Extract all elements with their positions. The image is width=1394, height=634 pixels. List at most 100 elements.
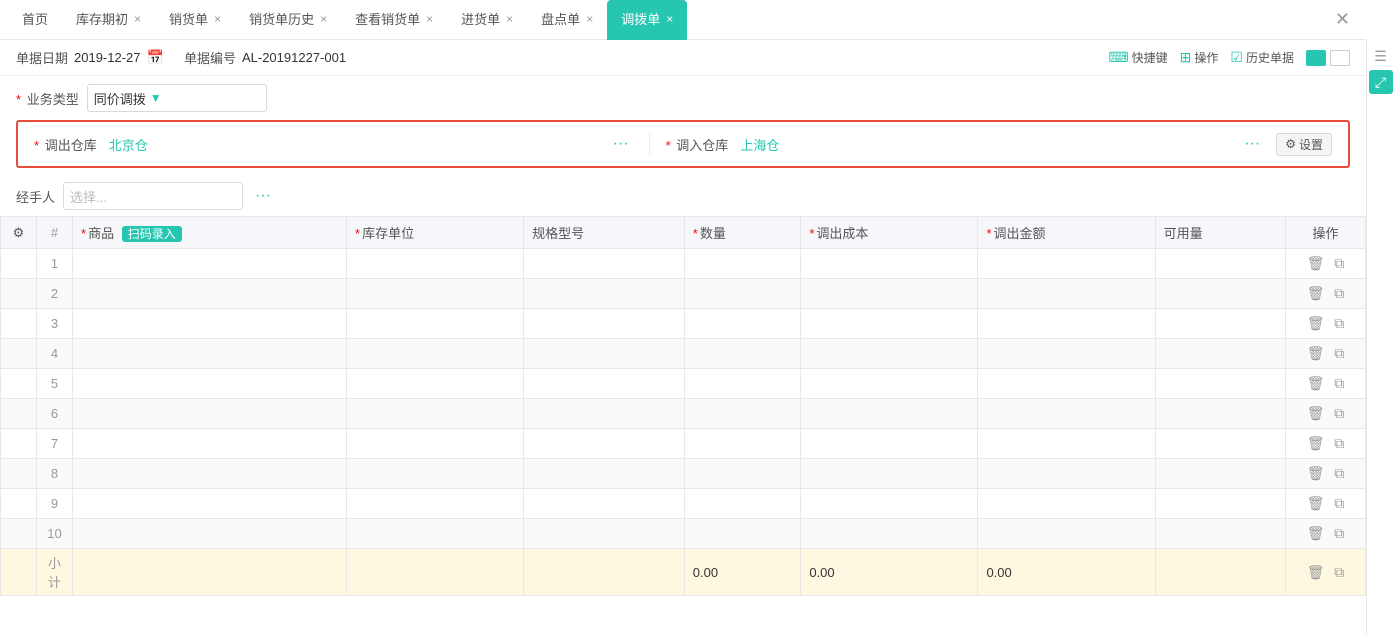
- row-amount-8[interactable]: [978, 489, 1155, 519]
- tab-close-2[interactable]: ×: [214, 12, 221, 26]
- row-amount-2[interactable]: [978, 309, 1155, 339]
- row-amount-10[interactable]: 0.00: [978, 549, 1155, 596]
- copy-icon-5[interactable]: ⧉: [1334, 405, 1344, 421]
- tab-item-3[interactable]: 销货单历史×: [235, 0, 341, 40]
- row-product-4[interactable]: [73, 369, 347, 399]
- sidebar-list-icon[interactable]: ☰: [1369, 44, 1393, 68]
- copy-icon-3[interactable]: ⧉: [1334, 345, 1344, 361]
- row-unit-4[interactable]: [347, 369, 524, 399]
- row-cost-10[interactable]: 0.00: [801, 549, 978, 596]
- row-qty-3[interactable]: [684, 339, 801, 369]
- operations-button[interactable]: ⊞ 操作: [1180, 49, 1219, 66]
- row-cost-8[interactable]: [801, 489, 978, 519]
- row-unit-7[interactable]: [347, 459, 524, 489]
- row-spec-3[interactable]: [524, 339, 685, 369]
- row-qty-0[interactable]: [684, 249, 801, 279]
- out-warehouse-more-button[interactable]: ···: [609, 135, 633, 153]
- row-cost-2[interactable]: [801, 309, 978, 339]
- row-spec-5[interactable]: [524, 399, 685, 429]
- tab-close-3[interactable]: ×: [320, 12, 327, 26]
- sidebar-expand-icon[interactable]: ⤢: [1369, 70, 1393, 94]
- row-qty-4[interactable]: [684, 369, 801, 399]
- tab-item-4[interactable]: 查看销货单×: [341, 0, 447, 40]
- handler-input[interactable]: 选择...: [63, 182, 243, 210]
- row-product-1[interactable]: [73, 279, 347, 309]
- row-product-9[interactable]: [73, 519, 347, 549]
- row-qty-7[interactable]: [684, 459, 801, 489]
- row-cost-9[interactable]: [801, 519, 978, 549]
- row-amount-1[interactable]: [978, 279, 1155, 309]
- copy-icon-4[interactable]: ⧉: [1334, 375, 1344, 391]
- row-spec-6[interactable]: [524, 429, 685, 459]
- row-product-6[interactable]: [73, 429, 347, 459]
- copy-icon-8[interactable]: ⧉: [1334, 495, 1344, 511]
- biz-type-dropdown-icon[interactable]: ▼: [150, 91, 162, 105]
- row-spec-8[interactable]: [524, 489, 685, 519]
- tab-close-5[interactable]: ×: [506, 12, 513, 26]
- copy-icon-0[interactable]: ⧉: [1334, 255, 1344, 271]
- delete-icon-6[interactable]: 🗑: [1307, 435, 1325, 451]
- shortcut-button[interactable]: ⌨ 快捷键: [1108, 49, 1167, 66]
- row-unit-6[interactable]: [347, 429, 524, 459]
- tab-close-1[interactable]: ×: [134, 12, 141, 26]
- row-spec-9[interactable]: [524, 519, 685, 549]
- row-cost-1[interactable]: [801, 279, 978, 309]
- scan-button[interactable]: 扫码录入: [122, 226, 182, 242]
- row-unit-3[interactable]: [347, 339, 524, 369]
- history-button[interactable]: ☑ 历史单据: [1230, 49, 1294, 66]
- row-spec-7[interactable]: [524, 459, 685, 489]
- calendar-icon[interactable]: 📅: [147, 49, 164, 66]
- row-qty-8[interactable]: [684, 489, 801, 519]
- tab-item-2[interactable]: 销货单×: [155, 0, 235, 40]
- copy-icon-2[interactable]: ⧉: [1334, 315, 1344, 331]
- row-spec-4[interactable]: [524, 369, 685, 399]
- doc-date-value[interactable]: 2019-12-27: [74, 50, 141, 65]
- row-unit-1[interactable]: [347, 279, 524, 309]
- row-spec-2[interactable]: [524, 309, 685, 339]
- delete-icon-2[interactable]: 🗑: [1307, 315, 1325, 331]
- tab-item-5[interactable]: 进货单×: [447, 0, 527, 40]
- tab-item-7[interactable]: 调拨单×: [607, 0, 687, 40]
- row-unit-9[interactable]: [347, 519, 524, 549]
- row-qty-1[interactable]: [684, 279, 801, 309]
- delete-icon-4[interactable]: 🗑: [1307, 375, 1325, 391]
- row-amount-9[interactable]: [978, 519, 1155, 549]
- delete-icon-3[interactable]: 🗑: [1307, 345, 1325, 361]
- tab-item-0[interactable]: 首页: [8, 0, 62, 40]
- copy-icon-7[interactable]: ⧉: [1334, 465, 1344, 481]
- row-qty-6[interactable]: [684, 429, 801, 459]
- row-product-2[interactable]: [73, 309, 347, 339]
- row-unit-8[interactable]: [347, 489, 524, 519]
- row-product-7[interactable]: [73, 459, 347, 489]
- row-unit-0[interactable]: [347, 249, 524, 279]
- row-spec-1[interactable]: [524, 279, 685, 309]
- row-product-3[interactable]: [73, 339, 347, 369]
- grid-view-icon[interactable]: [1330, 50, 1350, 66]
- row-amount-0[interactable]: [978, 249, 1155, 279]
- row-unit-5[interactable]: [347, 399, 524, 429]
- row-amount-7[interactable]: [978, 459, 1155, 489]
- copy-icon-6[interactable]: ⧉: [1334, 435, 1344, 451]
- row-qty-10[interactable]: 0.00: [684, 549, 801, 596]
- row-product-10[interactable]: [73, 549, 347, 596]
- row-product-5[interactable]: [73, 399, 347, 429]
- row-amount-5[interactable]: [978, 399, 1155, 429]
- row-cost-4[interactable]: [801, 369, 978, 399]
- row-cost-3[interactable]: [801, 339, 978, 369]
- row-cost-6[interactable]: [801, 429, 978, 459]
- row-spec-0[interactable]: [524, 249, 685, 279]
- tab-close-4[interactable]: ×: [426, 12, 433, 26]
- row-cost-7[interactable]: [801, 459, 978, 489]
- delete-icon-0[interactable]: 🗑: [1307, 255, 1325, 271]
- delete-icon-1[interactable]: 🗑: [1307, 285, 1325, 301]
- delete-icon-10[interactable]: 🗑: [1307, 564, 1325, 580]
- tab-item-6[interactable]: 盘点单×: [527, 0, 607, 40]
- copy-icon-1[interactable]: ⧉: [1334, 285, 1344, 301]
- delete-icon-8[interactable]: 🗑: [1307, 495, 1325, 511]
- row-qty-2[interactable]: [684, 309, 801, 339]
- copy-icon-10[interactable]: ⧉: [1334, 564, 1344, 580]
- close-all-button[interactable]: ✕: [1327, 9, 1358, 30]
- col-gear-header[interactable]: ⚙: [1, 217, 37, 249]
- tab-close-6[interactable]: ×: [586, 12, 593, 26]
- delete-icon-5[interactable]: 🗑: [1307, 405, 1325, 421]
